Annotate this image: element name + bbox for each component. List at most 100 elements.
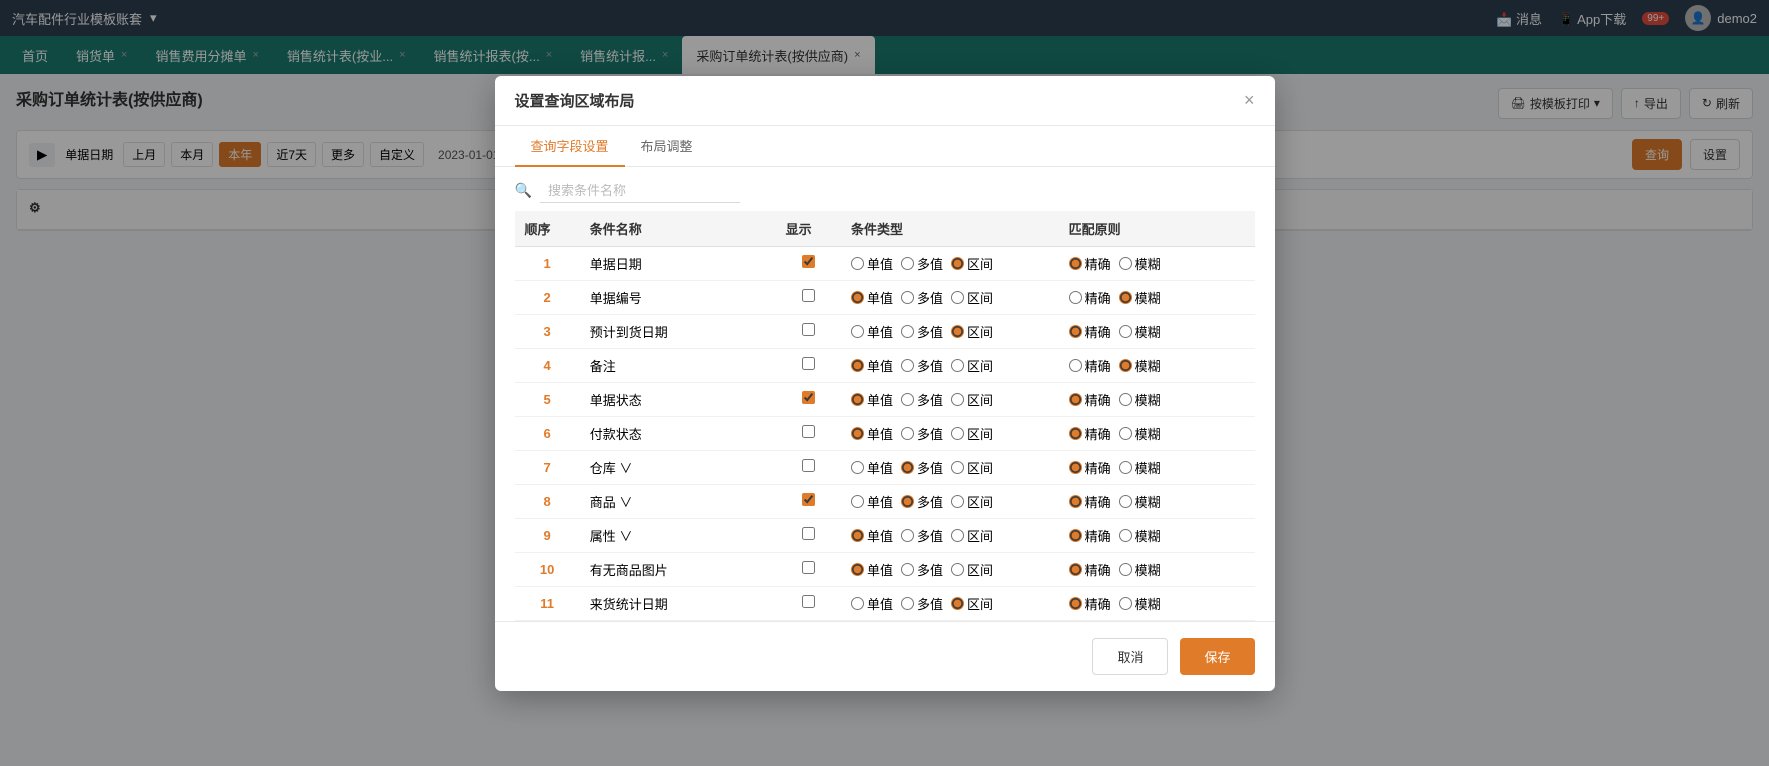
match-option-精确-3[interactable]: 精确 [1069,356,1111,375]
type-option-单值-4[interactable]: 单值 [851,390,893,409]
display-checkbox-0[interactable] [802,255,815,268]
type-option-单值-8[interactable]: 单值 [851,526,893,545]
type-option-区间-4[interactable]: 区间 [951,390,993,409]
match-option-精确-2[interactable]: 精确 [1069,322,1111,341]
display-checkbox-8[interactable] [802,527,815,540]
match-option-模糊-2[interactable]: 模糊 [1119,322,1161,341]
type-option-单值-5[interactable]: 单值 [851,424,893,443]
row-display-6 [776,450,841,484]
match-option-精确-5[interactable]: 精确 [1069,424,1111,443]
type-option-单值-6[interactable]: 单值 [851,458,893,477]
match-option-模糊-0[interactable]: 模糊 [1119,254,1161,273]
col-header-order: 顺序 [515,211,580,247]
type-option-区间-10[interactable]: 区间 [951,594,993,613]
type-option-多值-3[interactable]: 多值 [901,356,943,375]
type-option-区间-7[interactable]: 区间 [951,492,993,511]
match-option-模糊-8[interactable]: 模糊 [1119,526,1161,545]
table-row: 1单据日期单值多值区间精确模糊 [515,246,1255,280]
display-checkbox-5[interactable] [802,425,815,438]
type-option-区间-3[interactable]: 区间 [951,356,993,375]
row-order-3: 4 [515,348,580,382]
dialog-close-btn[interactable]: × [1244,91,1255,109]
type-option-区间-1[interactable]: 区间 [951,288,993,307]
type-option-多值-10[interactable]: 多值 [901,594,943,613]
row-display-1 [776,280,841,314]
match-option-精确-4[interactable]: 精确 [1069,390,1111,409]
display-checkbox-7[interactable] [802,493,815,506]
match-option-精确-8[interactable]: 精确 [1069,526,1111,545]
row-type-7: 单值多值区间 [841,484,1059,518]
type-option-多值-2[interactable]: 多值 [901,322,943,341]
match-option-模糊-6[interactable]: 模糊 [1119,458,1161,477]
display-checkbox-9[interactable] [802,561,815,574]
type-option-区间-0[interactable]: 区间 [951,254,993,273]
type-option-单值-3[interactable]: 单值 [851,356,893,375]
conditions-table: 顺序 条件名称 显示 条件类型 匹配原则 1单据日期单值多值区间精确模糊2单据编… [515,211,1255,621]
col-header-match: 匹配原则 [1059,211,1255,247]
display-checkbox-2[interactable] [802,323,815,336]
match-option-模糊-5[interactable]: 模糊 [1119,424,1161,443]
type-option-单值-1[interactable]: 单值 [851,288,893,307]
row-display-8 [776,518,841,552]
row-match-7: 精确模糊 [1059,484,1255,518]
type-option-多值-6[interactable]: 多值 [901,458,943,477]
save-btn[interactable]: 保存 [1180,638,1254,675]
type-option-多值-5[interactable]: 多值 [901,424,943,443]
type-option-多值-7[interactable]: 多值 [901,492,943,511]
type-option-区间-9[interactable]: 区间 [951,560,993,579]
row-order-5: 6 [515,416,580,450]
settings-dialog: 设置查询区域布局 × 查询字段设置 布局调整 🔍 顺序 条件名称 显示 条件类型 [495,76,1275,691]
dialog-header: 设置查询区域布局 × [495,76,1275,126]
tab-layout-adjust[interactable]: 布局调整 [625,126,709,167]
row-name-5: 付款状态 [580,416,776,450]
row-type-2: 单值多值区间 [841,314,1059,348]
type-option-多值-0[interactable]: 多值 [901,254,943,273]
table-row: 11来货统计日期单值多值区间精确模糊 [515,586,1255,620]
display-checkbox-3[interactable] [802,357,815,370]
match-option-模糊-4[interactable]: 模糊 [1119,390,1161,409]
row-display-0 [776,246,841,280]
match-option-精确-6[interactable]: 精确 [1069,458,1111,477]
display-checkbox-10[interactable] [802,595,815,608]
row-type-3: 单值多值区间 [841,348,1059,382]
row-order-10: 11 [515,586,580,620]
type-option-区间-8[interactable]: 区间 [951,526,993,545]
match-option-精确-7[interactable]: 精确 [1069,492,1111,511]
display-checkbox-6[interactable] [802,459,815,472]
table-row: 2单据编号单值多值区间精确模糊 [515,280,1255,314]
type-option-区间-5[interactable]: 区间 [951,424,993,443]
type-option-单值-0[interactable]: 单值 [851,254,893,273]
display-checkbox-4[interactable] [802,391,815,404]
row-name-4: 单据状态 [580,382,776,416]
type-option-区间-2[interactable]: 区间 [951,322,993,341]
row-display-7 [776,484,841,518]
type-option-单值-7[interactable]: 单值 [851,492,893,511]
match-option-精确-0[interactable]: 精确 [1069,254,1111,273]
cancel-btn[interactable]: 取消 [1092,638,1168,675]
dialog-search-bar: 🔍 [495,167,1275,211]
match-option-模糊-7[interactable]: 模糊 [1119,492,1161,511]
match-option-模糊-3[interactable]: 模糊 [1119,356,1161,375]
table-row: 7仓库 ∨单值多值区间精确模糊 [515,450,1255,484]
type-option-多值-4[interactable]: 多值 [901,390,943,409]
match-option-模糊-10[interactable]: 模糊 [1119,594,1161,613]
display-checkbox-1[interactable] [802,289,815,302]
row-match-1: 精确模糊 [1059,280,1255,314]
row-display-10 [776,586,841,620]
type-option-多值-8[interactable]: 多值 [901,526,943,545]
match-option-模糊-1[interactable]: 模糊 [1119,288,1161,307]
type-option-单值-2[interactable]: 单值 [851,322,893,341]
row-match-2: 精确模糊 [1059,314,1255,348]
type-option-单值-9[interactable]: 单值 [851,560,893,579]
match-option-精确-9[interactable]: 精确 [1069,560,1111,579]
match-option-精确-10[interactable]: 精确 [1069,594,1111,613]
row-match-0: 精确模糊 [1059,246,1255,280]
type-option-区间-6[interactable]: 区间 [951,458,993,477]
type-option-单值-10[interactable]: 单值 [851,594,893,613]
match-option-模糊-9[interactable]: 模糊 [1119,560,1161,579]
tab-query-field-settings[interactable]: 查询字段设置 [515,126,625,167]
type-option-多值-1[interactable]: 多值 [901,288,943,307]
search-condition-input[interactable] [540,179,740,203]
match-option-精确-1[interactable]: 精确 [1069,288,1111,307]
type-option-多值-9[interactable]: 多值 [901,560,943,579]
